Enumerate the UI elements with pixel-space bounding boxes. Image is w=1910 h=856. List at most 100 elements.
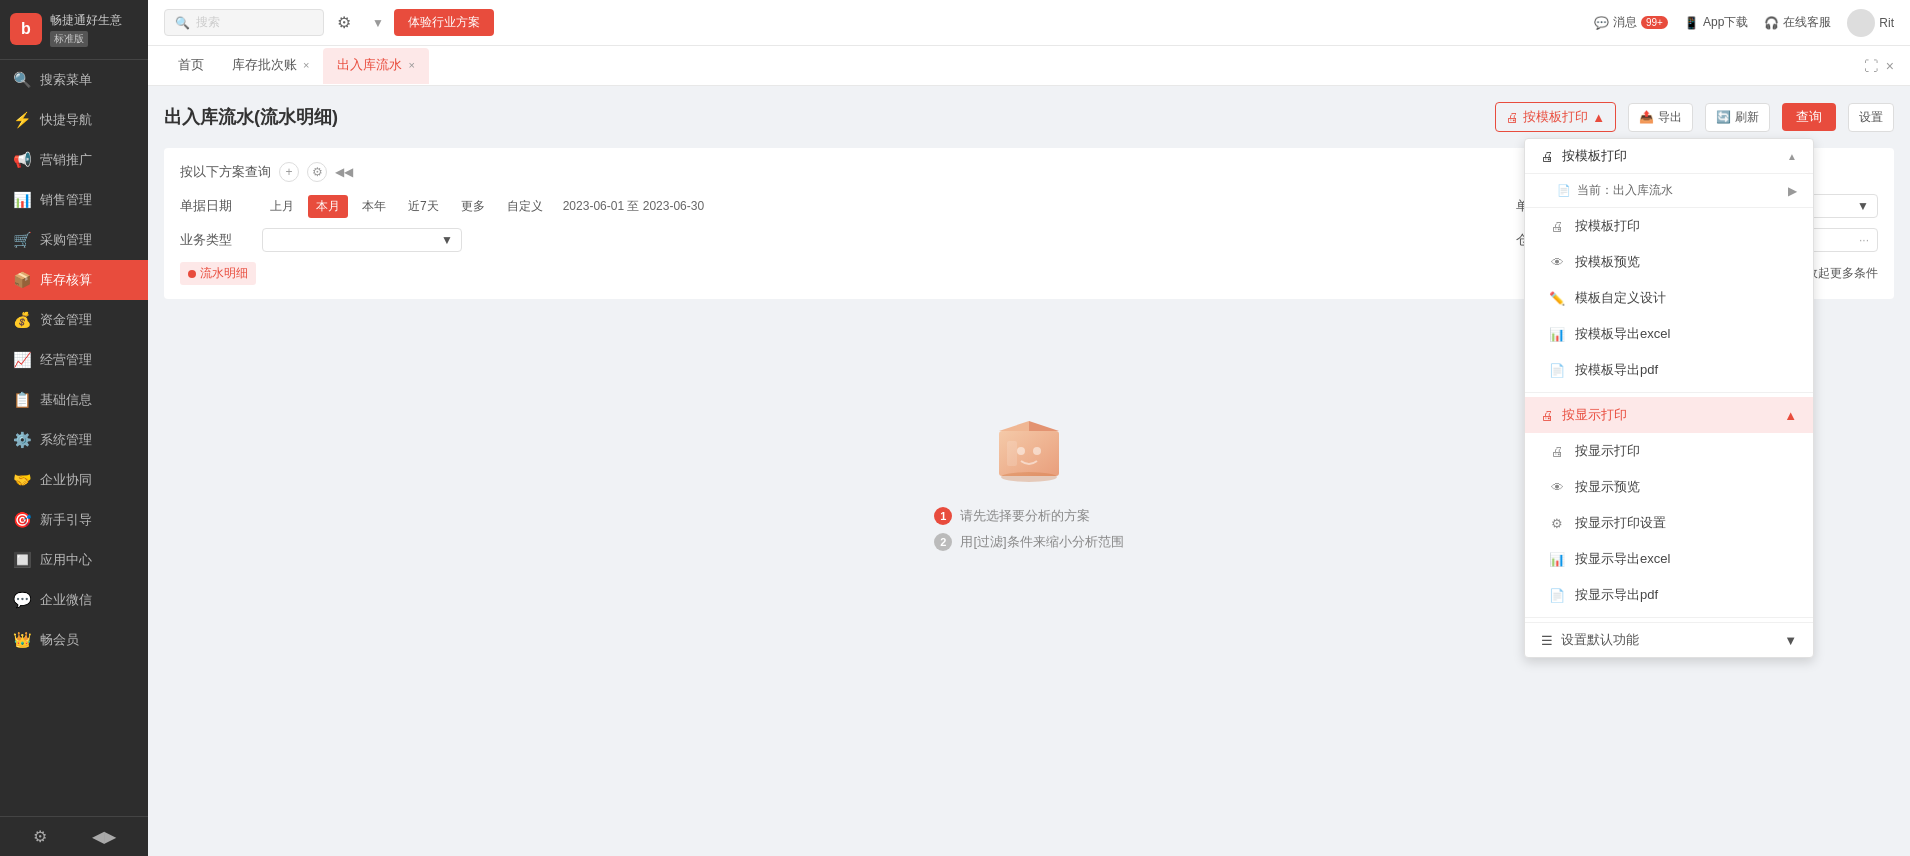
sidebar-item-membership[interactable]: 👑 畅会员 — [0, 620, 148, 660]
tab-inout-flow-close[interactable]: × — [408, 59, 414, 71]
step-num-2: 2 — [934, 533, 952, 551]
sidebar-item-basic[interactable]: 📋 基础信息 — [0, 380, 148, 420]
date-btn-this-month[interactable]: 本月 — [308, 195, 348, 218]
guide-icon: 🎯 — [12, 510, 32, 530]
svg-point-3 — [1017, 447, 1025, 455]
sidebar-item-system[interactable]: ⚙️ 系统管理 — [0, 420, 148, 460]
app-badge: 标准版 — [50, 31, 88, 47]
tab-batch-account[interactable]: 库存批次账 × — [218, 48, 323, 84]
printer-small-icon: 🖨 — [1549, 218, 1565, 234]
tab-home[interactable]: 首页 — [164, 48, 218, 84]
topbar: 🔍 搜索 ⚙ ▼ 体验行业方案 💬 消息 99+ 📱 App下载 🎧 — [148, 0, 1910, 46]
shortcut-icon: ⚡ — [12, 110, 32, 130]
trial-industry-btn[interactable]: 体验行业方案 — [394, 9, 494, 36]
app-name: 畅捷通好生意 — [50, 12, 122, 29]
filter-tag-dot — [188, 270, 196, 278]
empty-illustration — [979, 391, 1079, 491]
dropdown-template-preview[interactable]: 👁 按模板预览 — [1525, 244, 1813, 280]
date-btn-7days[interactable]: 近7天 — [400, 195, 447, 218]
dropdown-template-custom[interactable]: ✏️ 模板自定义设计 — [1525, 280, 1813, 316]
export-btn[interactable]: 📤 导出 — [1628, 103, 1693, 132]
sidebar: b 畅捷通好生意 标准版 🔍 搜索菜单 ⚡ 快捷导航 📢 营销推广 📊 销 — [0, 0, 148, 856]
sidebar-item-cooperation[interactable]: 🤝 企业协同 — [0, 460, 148, 500]
dropdown-section2-arrow: ▲ — [1784, 408, 1797, 423]
sidebar-item-search[interactable]: 🔍 搜索菜单 — [0, 60, 148, 100]
date-btn-this-year[interactable]: 本年 — [354, 195, 394, 218]
svg-point-1 — [1001, 472, 1057, 482]
filter-settings-btn[interactable]: ⚙ — [307, 162, 327, 182]
dropdown-section1-header: 🖨 按模板打印 ▲ — [1525, 139, 1813, 174]
topbar-settings-icon[interactable]: ⚙ — [334, 13, 354, 33]
dropdown-template-export-pdf[interactable]: 📄 按模板导出pdf — [1525, 352, 1813, 388]
dropdown-display-print-settings[interactable]: ⚙ 按显示打印设置 — [1525, 505, 1813, 541]
dropdown-display-print[interactable]: 🖨 按显示打印 — [1525, 433, 1813, 469]
print-icon: 🖨 — [1506, 110, 1519, 125]
user-avatar-btn[interactable]: Rit — [1847, 9, 1894, 37]
dropdown-section2-header[interactable]: 🖨 按显示打印 ▲ — [1525, 397, 1813, 433]
business-type-arrow: ▼ — [441, 233, 453, 247]
sidebar-item-finance[interactable]: 💰 资金管理 — [0, 300, 148, 340]
basic-icon: 📋 — [12, 390, 32, 410]
online-service-btn[interactable]: 🎧 在线客服 — [1764, 14, 1831, 31]
settings-bottom-btn[interactable]: ⚙ — [33, 827, 47, 846]
page-actions: 🖨 按模板打印 ▲ 📤 导出 🔄 刷新 查询 设置 — [1495, 102, 1894, 132]
refresh-icon: 🔄 — [1716, 110, 1731, 124]
headset-icon: 🎧 — [1764, 16, 1779, 30]
tab-batch-account-close[interactable]: × — [303, 59, 309, 71]
dropdown-template-print[interactable]: 🖨 按模板打印 — [1525, 208, 1813, 244]
dropdown-display-preview[interactable]: 👁 按显示预览 — [1525, 469, 1813, 505]
tab-inout-flow[interactable]: 出入库流水 × — [323, 48, 428, 84]
sidebar-item-inventory[interactable]: 📦 库存核算 — [0, 260, 148, 300]
date-btn-custom[interactable]: 自定义 — [499, 195, 551, 218]
sidebar-item-marketing[interactable]: 📢 营销推广 — [0, 140, 148, 180]
close-window-btn[interactable]: × — [1886, 58, 1894, 74]
message-btn[interactable]: 💬 消息 99+ — [1594, 14, 1668, 31]
sidebar-item-operation[interactable]: 📈 经营管理 — [0, 340, 148, 380]
filter-collapse-left-btn[interactable]: ◀◀ — [335, 165, 353, 179]
dropdown-display-export-excel[interactable]: 📊 按显示导出excel — [1525, 541, 1813, 577]
sidebar-item-sales[interactable]: 📊 销售管理 — [0, 180, 148, 220]
message-icon: 💬 — [1594, 16, 1609, 30]
filter-add-btn[interactable]: + — [279, 162, 299, 182]
dropdown-display-export-pdf[interactable]: 📄 按显示导出pdf — [1525, 577, 1813, 613]
enterprise-wechat-icon: 💬 — [12, 590, 32, 610]
date-btn-last-month[interactable]: 上月 — [262, 195, 302, 218]
sidebar-item-app-center[interactable]: 🔲 应用中心 — [0, 540, 148, 580]
topbar-search[interactable]: 🔍 搜索 — [164, 9, 324, 36]
empty-step-1: 1 请先选择要分析的方案 — [934, 507, 1123, 525]
empty-step-2: 2 用[过滤]条件来缩小分析范围 — [934, 533, 1123, 551]
sidebar-item-guide[interactable]: 🎯 新手引导 — [0, 500, 148, 540]
sidebar-bottom: ⚙ ◀▶ — [0, 816, 148, 856]
purchase-icon: 🛒 — [12, 230, 32, 250]
current-template-item: 📄 当前：出入库流水 ▶ — [1525, 174, 1813, 208]
filter-tag-liushui: 流水明细 — [180, 262, 256, 285]
sidebar-item-purchase[interactable]: 🛒 采购管理 — [0, 220, 148, 260]
operation-icon: 📈 — [12, 350, 32, 370]
date-range-display: 2023-06-01 至 2023-06-30 — [563, 198, 704, 215]
refresh-btn[interactable]: 🔄 刷新 — [1705, 103, 1770, 132]
date-btn-more[interactable]: 更多 — [453, 195, 493, 218]
sidebar-item-shortcut[interactable]: ⚡ 快捷导航 — [0, 100, 148, 140]
logo-icon: b — [10, 13, 42, 45]
finance-icon: 💰 — [12, 310, 32, 330]
design-icon: ✏️ — [1549, 290, 1565, 306]
settings-btn[interactable]: 设置 — [1848, 103, 1894, 132]
main-area: 🔍 搜索 ⚙ ▼ 体验行业方案 💬 消息 99+ 📱 App下载 🎧 — [148, 0, 1910, 856]
dropdown-section1-arrow[interactable]: ▲ — [1787, 151, 1797, 162]
collapse-sidebar-btn[interactable]: ◀▶ — [92, 827, 116, 846]
dropdown-template-export-excel[interactable]: 📊 按模板导出excel — [1525, 316, 1813, 352]
tab-window-controls: ⛶ × — [1864, 58, 1894, 74]
query-btn[interactable]: 查询 — [1782, 103, 1836, 131]
preview-icon: 👁 — [1549, 254, 1565, 270]
business-type-select[interactable]: ▼ — [262, 228, 462, 252]
app-download-btn[interactable]: 📱 App下载 — [1684, 14, 1748, 31]
cooperation-icon: 🤝 — [12, 470, 32, 490]
sidebar-item-enterprise-wechat[interactable]: 💬 企业微信 — [0, 580, 148, 620]
dropdown-footer[interactable]: ☰ 设置默认功能 ▼ — [1525, 622, 1813, 657]
print-template-btn[interactable]: 🖨 按模板打印 ▲ — [1495, 102, 1616, 132]
excel-icon2: 📊 — [1549, 551, 1565, 567]
user-avatar — [1847, 9, 1875, 37]
maximize-btn[interactable]: ⛶ — [1864, 58, 1878, 74]
warehouse-more-icon: ··· — [1859, 233, 1869, 247]
current-template-arrow: ▶ — [1788, 184, 1797, 198]
